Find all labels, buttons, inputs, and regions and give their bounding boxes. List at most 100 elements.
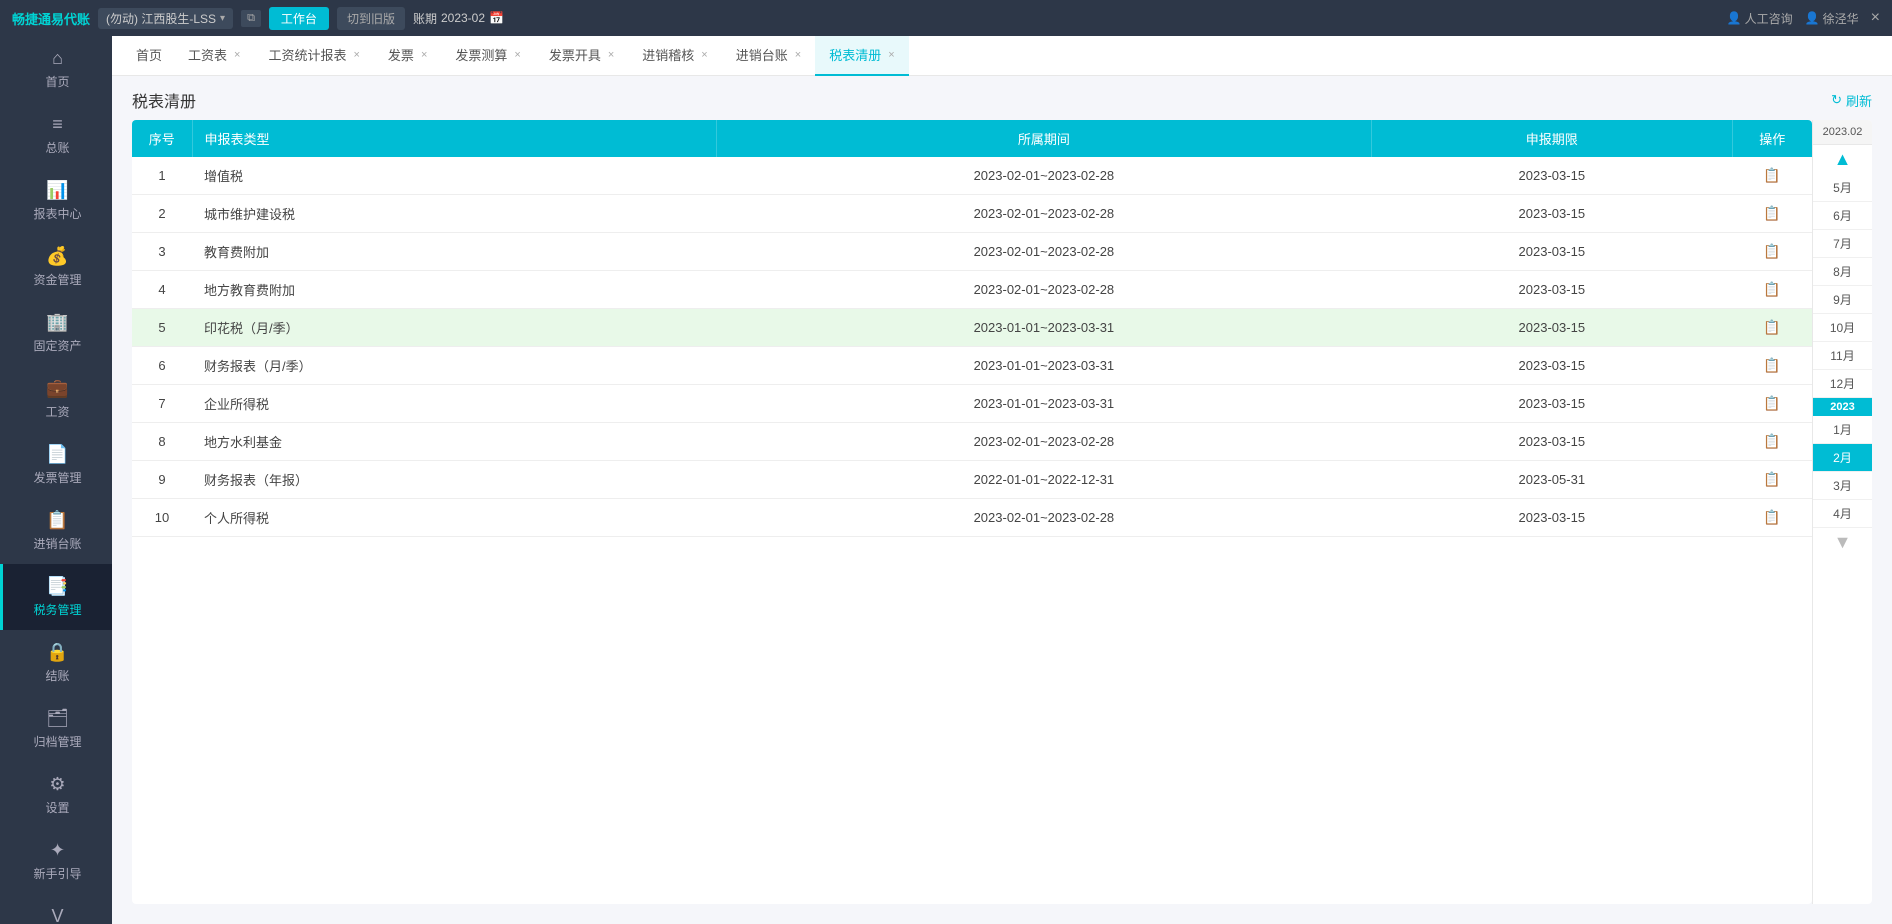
calendar-month-7[interactable]: 7月 [1813, 230, 1872, 258]
tab-invoice-close[interactable]: × [421, 49, 427, 61]
sidebar-label-salary: 工资 [45, 403, 69, 420]
col-header-action: 操作 [1732, 120, 1812, 157]
sidebar-item-guide[interactable]: ✦ 新手引导 [0, 828, 112, 894]
col-header-period: 所属期间 [716, 120, 1371, 157]
sidebar-item-invoice[interactable]: 📄 发票管理 [0, 432, 112, 498]
sidebar-label-asset: 固定资产 [33, 337, 81, 354]
period-display: 账期 2023-02 📅 [413, 10, 504, 27]
main-layout: ⌂ 首页 ≡ 总账 📊 报表中心 💰 资金管理 🏢 固定资产 💼 工资 📄 发票… [0, 36, 1892, 924]
tab-purchase-audit-label: 进销稽核 [642, 45, 694, 64]
tab-salary-report[interactable]: 工资统计报表 × [254, 36, 373, 76]
cell-no: 2 [132, 195, 192, 233]
action-icon[interactable]: 📋 [1763, 357, 1780, 373]
cell-deadline: 2023-03-15 [1372, 233, 1732, 271]
sidebar-item-settings[interactable]: ⚙ 设置 [0, 762, 112, 828]
tab-purchase-ledger-close[interactable]: × [795, 49, 801, 61]
calendar-month-9[interactable]: 9月 [1813, 286, 1872, 314]
sidebar-item-fund[interactable]: 💰 资金管理 [0, 234, 112, 300]
cell-period: 2023-02-01~2023-02-28 [716, 157, 1371, 195]
calendar-month-2-active[interactable]: 2月 [1813, 444, 1872, 472]
table-row: 4 地方教育费附加 2023-02-01~2023-02-28 2023-03-… [132, 271, 1812, 309]
tab-purchase-audit-close[interactable]: × [701, 49, 707, 61]
tab-invoice[interactable]: 发票 × [374, 36, 441, 76]
action-icon[interactable]: 📋 [1763, 433, 1780, 449]
tab-tax-register-label: 税表清册 [829, 45, 881, 64]
cell-period: 2023-02-01~2023-02-28 [716, 233, 1371, 271]
close-accounts-icon: 🔒 [46, 642, 68, 663]
action-icon[interactable]: 📋 [1763, 395, 1780, 411]
table-container: 序号 申报表类型 所属期间 申报期限 操作 1 增值税 2023-02-01~2… [112, 120, 1892, 924]
action-icon[interactable]: 📋 [1763, 243, 1780, 259]
calendar-month-1[interactable]: 1月 [1813, 416, 1872, 444]
sidebar-item-home[interactable]: ⌂ 首页 [0, 36, 112, 102]
help-icon: 👤 [1727, 11, 1742, 25]
asset-icon: 🏢 [46, 312, 68, 333]
sidebar-label-guide: 新手引导 [33, 865, 81, 882]
tab-invoice-calc[interactable]: 发票测算 × [441, 36, 534, 76]
calendar-month-5[interactable]: 5月 [1813, 174, 1872, 202]
sidebar-item-asset[interactable]: 🏢 固定资产 [0, 300, 112, 366]
action-icon[interactable]: 📋 [1763, 281, 1780, 297]
tab-invoice-issue-close[interactable]: × [608, 49, 614, 61]
sidebar-item-purchase[interactable]: 📋 进销台账 [0, 498, 112, 564]
tab-salary-table-close[interactable]: × [234, 49, 240, 61]
help-button[interactable]: 👤 人工咨询 [1727, 10, 1793, 27]
close-button[interactable]: × [1871, 9, 1880, 27]
switch-mode-button[interactable]: 切到旧版 [337, 7, 405, 30]
tab-salary-table[interactable]: 工资表 × [174, 36, 254, 76]
tab-purchase-ledger-label: 进销台账 [736, 45, 788, 64]
action-icon[interactable]: 📋 [1763, 205, 1780, 221]
user-menu[interactable]: 👤 徐泾华 [1805, 10, 1859, 27]
calendar-month-12[interactable]: 12月 [1813, 370, 1872, 398]
sidebar-item-member[interactable]: V 畅会员 [0, 894, 112, 924]
cell-deadline: 2023-03-15 [1372, 385, 1732, 423]
home-icon: ⌂ [52, 48, 63, 69]
table-row: 6 财务报表（月/季） 2023-01-01~2023-03-31 2023-0… [132, 347, 1812, 385]
refresh-button[interactable]: ↻ 刷新 [1831, 91, 1872, 110]
invoice-icon: 📄 [46, 444, 68, 465]
calendar-nav-up[interactable]: ▲ [1830, 145, 1856, 174]
table-row: 9 财务报表（年报） 2022-01-01~2022-12-31 2023-05… [132, 461, 1812, 499]
action-icon[interactable]: 📋 [1763, 471, 1780, 487]
tab-purchase-audit[interactable]: 进销稽核 × [628, 36, 721, 76]
calendar-month-11[interactable]: 11月 [1813, 342, 1872, 370]
sidebar-item-ledger[interactable]: ≡ 总账 [0, 102, 112, 168]
tax-table: 序号 申报表类型 所属期间 申报期限 操作 1 增值税 2023-02-01~2… [132, 120, 1812, 537]
calendar-month-6[interactable]: 6月 [1813, 202, 1872, 230]
sidebar-label-invoice: 发票管理 [33, 469, 81, 486]
table-row: 8 地方水利基金 2023-02-01~2023-02-28 2023-03-1… [132, 423, 1812, 461]
cell-no: 7 [132, 385, 192, 423]
tab-invoice-calc-close[interactable]: × [514, 49, 520, 61]
action-icon[interactable]: 📋 [1763, 167, 1780, 183]
sidebar-item-tax[interactable]: 📑 税务管理 [0, 564, 112, 630]
action-icon[interactable]: 📋 [1763, 509, 1780, 525]
tab-home[interactable]: 首页 [124, 36, 174, 76]
tab-tax-register[interactable]: 税表清册 × [815, 36, 908, 76]
cell-period: 2023-01-01~2023-03-31 [716, 309, 1371, 347]
company-selector[interactable]: (勿动) 江西股生-LSS ▾ [98, 8, 233, 29]
action-icon[interactable]: 📋 [1763, 319, 1780, 335]
sidebar-item-archive[interactable]: 🗂 归档管理 [0, 696, 112, 762]
tab-purchase-ledger[interactable]: 进销台账 × [722, 36, 815, 76]
tab-invoice-issue[interactable]: 发票开具 × [535, 36, 628, 76]
calendar-month-4[interactable]: 4月 [1813, 500, 1872, 528]
period-value: 2023-02 [441, 11, 485, 25]
tab-salary-report-close[interactable]: × [353, 49, 359, 61]
sidebar-item-salary[interactable]: 💼 工资 [0, 366, 112, 432]
sidebar-item-close-accounts[interactable]: 🔒 结账 [0, 630, 112, 696]
sidebar-item-report[interactable]: 📊 报表中心 [0, 168, 112, 234]
cell-type: 财务报表（年报） [192, 461, 716, 499]
calendar-month-8[interactable]: 8月 [1813, 258, 1872, 286]
calendar-nav-down[interactable]: ▼ [1830, 528, 1856, 557]
cell-action: 📋 [1732, 423, 1812, 461]
archive-icon: 🗂 [46, 708, 69, 729]
period-label: 账期 [413, 10, 437, 27]
calendar-month-3[interactable]: 3月 [1813, 472, 1872, 500]
cell-deadline: 2023-03-15 [1372, 271, 1732, 309]
salary-icon: 💼 [46, 378, 68, 399]
tab-tax-register-close[interactable]: × [888, 49, 894, 61]
calendar-month-10[interactable]: 10月 [1813, 314, 1872, 342]
workspace-button[interactable]: 工作台 [269, 7, 329, 30]
cell-type: 个人所得税 [192, 499, 716, 537]
copy-button[interactable]: ⧉ [241, 10, 261, 27]
